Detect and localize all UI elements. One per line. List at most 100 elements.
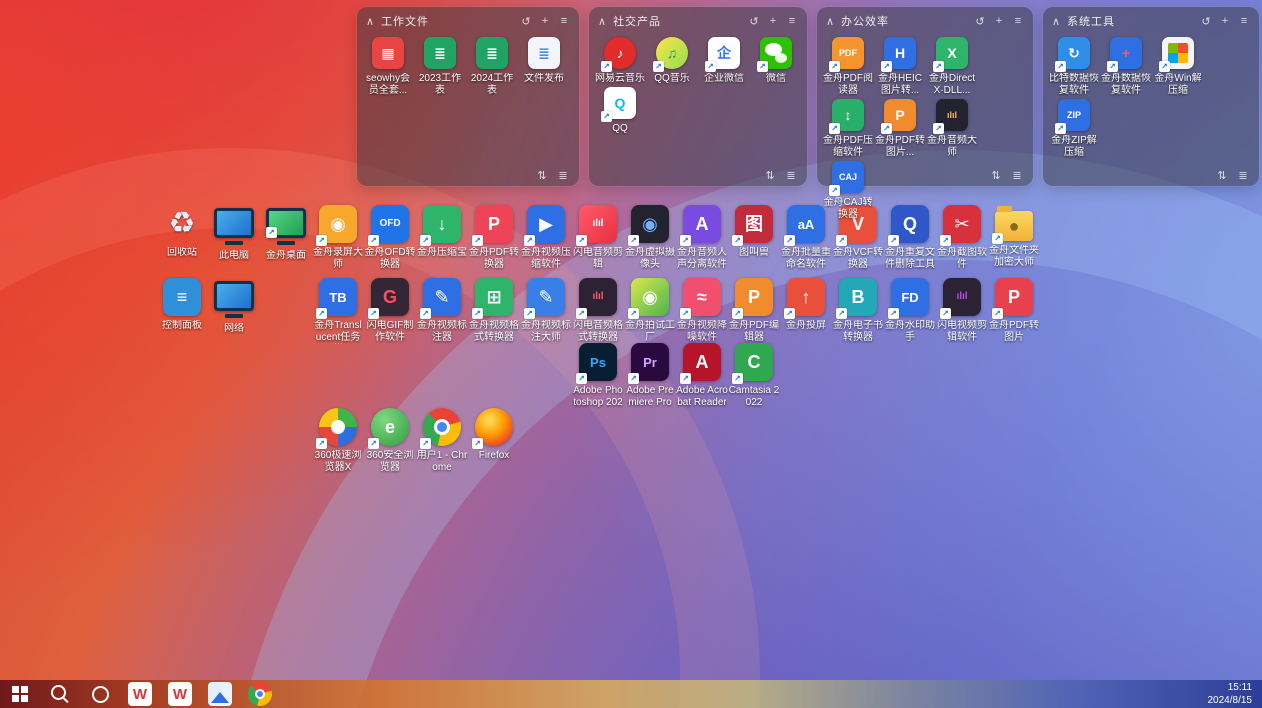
icon-label: 金舟ZIP解压缩: [1048, 135, 1100, 159]
icon-label: 2023工作表: [414, 73, 466, 97]
panel-shortcut[interactable]: ↗微信: [750, 37, 802, 85]
icon-label: 金舟PDF阅读器: [822, 73, 874, 97]
panel-actions: ↺ + ≡: [1200, 15, 1250, 28]
panel-shortcut[interactable]: ↕↗金舟PDF压缩软件: [822, 99, 874, 159]
shortcut-arrow-badge: ↗: [601, 111, 612, 122]
panel-shortcut[interactable]: H↗金舟HEIC图片转...: [874, 37, 926, 97]
panel-footer: ⇅≣: [764, 169, 797, 182]
icon-label: 金舟Win解压缩: [1152, 73, 1204, 97]
panel-header: ∧系统工具↺+≡: [1043, 7, 1259, 33]
layout-icon[interactable]: ≣: [1237, 169, 1249, 182]
refresh-icon[interactable]: ↺: [1200, 15, 1212, 28]
add-icon[interactable]: +: [993, 15, 1005, 28]
data-recovery-icon: ↻↗: [1058, 37, 1090, 69]
layout-icon[interactable]: ≣: [557, 169, 569, 182]
panel-shortcut[interactable]: Q↗ QQ: [594, 87, 646, 135]
panel-title: 社交产品: [613, 13, 661, 29]
photos-app-button[interactable]: [200, 680, 240, 708]
desktop[interactable]: ♻回收站此电脑↗金舟桌面◉↗金舟录屏大师OFD↗金舟OFD转换器↓↗金舟压缩宝P…: [0, 0, 1262, 708]
w-app-button-1[interactable]: W: [120, 680, 160, 708]
report-file-icon: ▦: [372, 37, 404, 69]
fence-panel: ∧系统工具↺+≡↻↗比特数据恢复软件+↗金舟数据恢复软件↗金舟Win解压缩ZIP…: [1043, 7, 1259, 186]
shortcut-arrow-badge: ↗: [829, 123, 840, 134]
sort-icon[interactable]: ⇅: [536, 169, 548, 182]
w-red-icon: W: [168, 682, 192, 706]
menu-icon[interactable]: ≡: [558, 15, 570, 28]
windows-logo-icon: [12, 686, 28, 702]
panel-shortcut[interactable]: ≣2024工作表: [466, 37, 518, 97]
shortcut-arrow-badge: ↗: [1159, 61, 1170, 72]
document-icon: ≣: [528, 37, 560, 69]
panel-shortcut[interactable]: P↗金舟PDF转图片...: [874, 99, 926, 159]
shortcut-arrow-badge: ↗: [705, 61, 716, 72]
task-view-button[interactable]: [80, 680, 120, 708]
sort-icon[interactable]: ⇅: [764, 169, 776, 182]
layout-icon[interactable]: ≣: [785, 169, 797, 182]
panel-shortcut[interactable]: ↻↗比特数据恢复软件: [1048, 37, 1100, 97]
heic-converter-icon: H↗: [884, 37, 916, 69]
collapse-icon[interactable]: ∧: [1052, 15, 1060, 28]
panel-shortcut[interactable]: ılıl↗金舟音频大师: [926, 99, 978, 159]
add-icon[interactable]: +: [539, 15, 551, 28]
panel-shortcut[interactable]: 企↗企业微信: [698, 37, 750, 85]
pdf-compress-icon: ↕↗: [832, 99, 864, 131]
clock[interactable]: 15:11 2024/8/15: [1208, 681, 1262, 707]
panel-shortcut[interactable]: CAJ↗金舟CAJ转换器: [822, 161, 874, 221]
panel-shortcut[interactable]: ▦ seowhy会员全套...: [362, 37, 414, 97]
refresh-icon[interactable]: ↺: [520, 15, 532, 28]
collapse-icon[interactable]: ∧: [826, 15, 834, 28]
circle-icon: [92, 686, 109, 703]
panel-grid: PDF↗ 金舟PDF阅读器H↗金舟HEIC图片转...X↗金舟DirectX·DL…: [817, 33, 1033, 223]
chrome-app-button[interactable]: [240, 680, 280, 708]
fence-panel-layer: ∧工作文件↺+≡▦seowhy会员全套...≣2023工作表≣2024工作表≣文…: [0, 0, 1262, 708]
taskbar-time: 15:11: [1208, 681, 1253, 694]
panel-shortcut[interactable]: X↗金舟DirectX·DLL...: [926, 37, 978, 97]
taskbar: WW 15:11 2024/8/15: [0, 680, 1262, 708]
refresh-icon[interactable]: ↺: [748, 15, 760, 28]
panel-title: 工作文件: [381, 13, 429, 29]
panel-shortcut[interactable]: PDF↗ 金舟PDF阅读器: [822, 37, 874, 97]
icon-label: 网易云音乐: [594, 73, 646, 85]
shortcut-arrow-badge: ↗: [933, 123, 944, 134]
menu-icon[interactable]: ≡: [1238, 15, 1250, 28]
search-button[interactable]: [40, 680, 80, 708]
shortcut-arrow-badge: ↗: [1107, 61, 1118, 72]
collapse-icon[interactable]: ∧: [598, 15, 606, 28]
icon-label: 微信: [750, 73, 802, 85]
layout-icon[interactable]: ≣: [1011, 169, 1023, 182]
panel-footer: ⇅≣: [990, 169, 1023, 182]
panel-actions: ↺ + ≡: [748, 15, 798, 28]
panel-actions: ↺ + ≡: [974, 15, 1024, 28]
panel-header: ∧ 社交产品 ↺ + ≡: [589, 7, 807, 33]
icon-label: 企业微信: [698, 73, 750, 85]
add-icon[interactable]: +: [767, 15, 779, 28]
icon-label: 金舟DirectX·DLL...: [926, 73, 978, 97]
panel-shortcut[interactable]: ↗金舟Win解压缩: [1152, 37, 1204, 97]
spreadsheet-icon: ≣: [424, 37, 456, 69]
zip-unzip-icon: ZIP↗: [1058, 99, 1090, 131]
start-button[interactable]: [0, 680, 40, 708]
w-app-button-2[interactable]: W: [160, 680, 200, 708]
menu-icon[interactable]: ≡: [786, 15, 798, 28]
fence-panel: ∧办公效率↺+≡PDF↗金舟PDF阅读器H↗金舟HEIC图片转...X↗金舟Di…: [817, 7, 1033, 186]
sort-icon[interactable]: ⇅: [1216, 169, 1228, 182]
panel-header: ∧ 工作文件 ↺ + ≡: [357, 7, 579, 33]
icon-label: QQ: [594, 123, 646, 135]
icon-label: 2024工作表: [466, 73, 518, 97]
panel-shortcut[interactable]: ♫↗QQ音乐: [646, 37, 698, 85]
panel-shortcut[interactable]: +↗金舟数据恢复软件: [1100, 37, 1152, 97]
pdf-to-image-icon: P↗: [884, 99, 916, 131]
panel-shortcut[interactable]: ♪↗网易云音乐: [594, 37, 646, 85]
refresh-icon[interactable]: ↺: [974, 15, 986, 28]
qq-icon: Q↗: [604, 87, 636, 119]
pdf-reader-icon: PDF↗: [832, 37, 864, 69]
menu-icon[interactable]: ≡: [1012, 15, 1024, 28]
add-icon[interactable]: +: [1219, 15, 1231, 28]
panel-shortcut[interactable]: ≣ 文件发布: [518, 37, 570, 97]
icon-label: seowhy会员全套...: [362, 73, 414, 97]
panel-shortcut[interactable]: ≣ 2023工作表: [414, 37, 466, 97]
collapse-icon[interactable]: ∧: [366, 15, 374, 28]
panel-shortcut[interactable]: ZIP↗ 金舟ZIP解压缩: [1048, 99, 1100, 159]
sort-icon[interactable]: ⇅: [990, 169, 1002, 182]
icon-label: 文件发布: [518, 73, 570, 85]
